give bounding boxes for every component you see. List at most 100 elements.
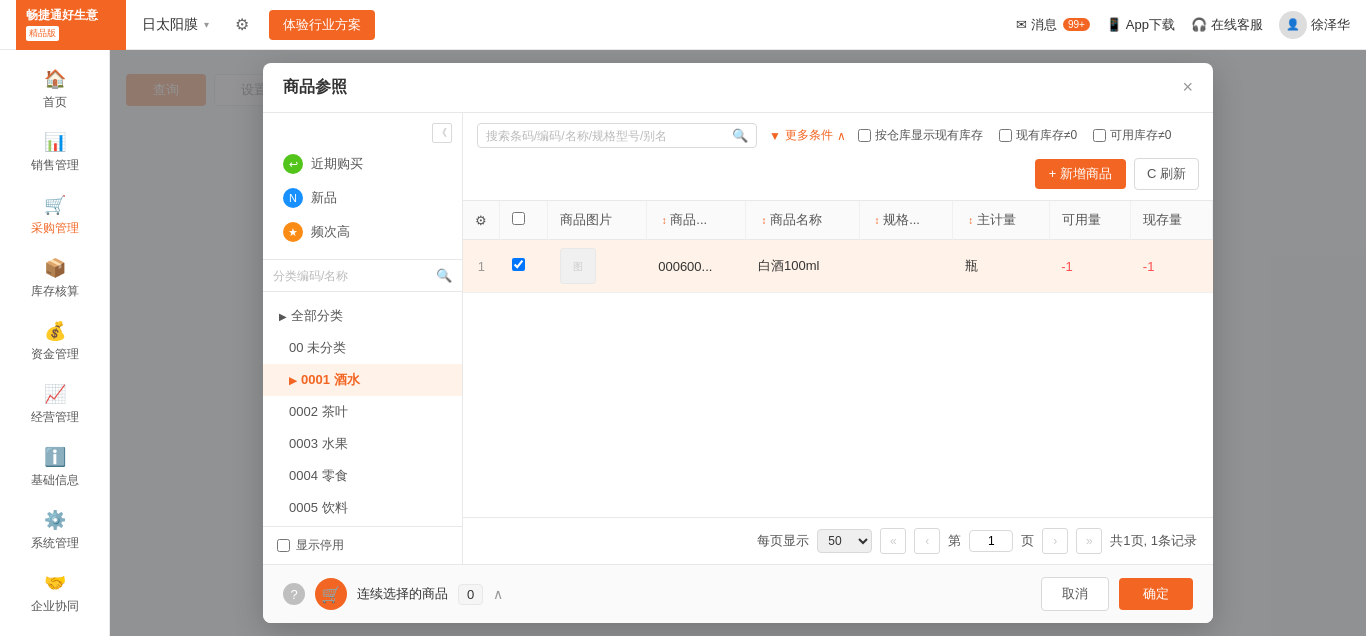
table-header-code[interactable]: ↕ 商品...: [646, 201, 746, 240]
sidebar-item-6[interactable]: ℹ️基础信息: [0, 436, 109, 499]
modal-footer: ? 🛒 连续选择的商品 0 ∧ 取消 确定: [263, 564, 1213, 623]
logo-text: 畅捷通好生意: [26, 8, 98, 24]
product-reference-modal: 商品参照 × 《 ↩ 近期购买: [263, 63, 1213, 623]
table-header-unit[interactable]: ↕ 主计量: [953, 201, 1049, 240]
nav-right-area: ✉ 消息 99+ 📱 App下载 🎧 在线客服 👤 徐泽华: [1016, 11, 1350, 39]
per-page-select[interactable]: 50 20 100: [817, 529, 872, 553]
next-page-btn[interactable]: ›: [1042, 528, 1068, 554]
sidebar-item-5[interactable]: 📈经营管理: [0, 373, 109, 436]
footer-left: ? 🛒 连续选择的商品 0 ∧: [283, 578, 503, 610]
table-row[interactable]: 1 图 000600... 白酒100ml 瓶 -1 -1: [463, 240, 1213, 293]
cat-item-6[interactable]: 0005 饮料: [263, 492, 462, 524]
avatar: 👤: [1279, 11, 1307, 39]
chevron-up-icon[interactable]: ∧: [493, 586, 503, 602]
category-search-icon[interactable]: 🔍: [436, 268, 452, 283]
pagination: 每页显示 50 20 100 « ‹ 第 页 ›: [463, 517, 1213, 564]
select-all-checkbox[interactable]: [512, 212, 525, 225]
quick-filters: 《 ↩ 近期购买 N 新品 ★: [263, 113, 462, 260]
online-service-btn[interactable]: 🎧 在线客服: [1191, 16, 1263, 34]
table-header-spec[interactable]: ↕ 规格...: [859, 201, 953, 240]
store-dropdown[interactable]: 日太阳膜 ▾: [126, 0, 225, 50]
cancel-btn[interactable]: 取消: [1041, 577, 1109, 611]
page-word: 第: [948, 532, 961, 550]
usable-checkbox[interactable]: 可用库存≠0: [1093, 127, 1171, 144]
experience-btn[interactable]: 体验行业方案: [269, 10, 375, 40]
sidebar-item-1[interactable]: 📊销售管理: [0, 121, 109, 184]
sidebar-item-7[interactable]: ⚙️系统管理: [0, 499, 109, 562]
sidebar-item-0[interactable]: 🏠首页: [0, 58, 109, 121]
help-icon[interactable]: ?: [283, 583, 305, 605]
filter-more-btn[interactable]: ▼ 更多条件 ∧: [767, 123, 848, 148]
filter-up-icon: ∧: [837, 129, 846, 143]
user-profile[interactable]: 👤 徐泽华: [1279, 11, 1350, 39]
modal-close-btn[interactable]: ×: [1182, 77, 1193, 98]
row-num: 1: [463, 240, 500, 293]
settings-icon[interactable]: ⚙: [225, 15, 259, 34]
first-page-btn[interactable]: «: [880, 528, 906, 554]
headset-icon: 🎧: [1191, 17, 1207, 32]
left-panel: 《 ↩ 近期购买 N 新品 ★: [263, 113, 463, 564]
quick-new[interactable]: N 新品: [273, 181, 452, 215]
toolbar: 🔍 ▼ 更多条件 ∧ 按仓库显示现有库存: [463, 113, 1213, 201]
sort-icon: ↕: [662, 215, 667, 226]
category-search: 🔍: [263, 260, 462, 292]
warehouse-checkbox[interactable]: 按仓库显示现有库存: [858, 127, 983, 144]
sidebar-item-3[interactable]: 📦库存核算: [0, 247, 109, 310]
sort-spec-icon: ↕: [875, 215, 880, 226]
app-download-btn[interactable]: 📱 App下载: [1106, 16, 1175, 34]
confirm-btn[interactable]: 确定: [1119, 578, 1193, 610]
sidebar-item-9[interactable]: 🎓新手引导: [0, 625, 109, 636]
sidebar-item-4[interactable]: 💰资金管理: [0, 310, 109, 373]
available-checkbox-input[interactable]: [999, 129, 1012, 142]
messages-btn[interactable]: ✉ 消息 99+: [1016, 16, 1090, 34]
table-header-image: 商品图片: [548, 201, 646, 240]
cat-item-2[interactable]: ▶0001 酒水: [263, 364, 462, 396]
product-search-icon[interactable]: 🔍: [732, 128, 748, 143]
prev-page-btn[interactable]: ‹: [914, 528, 940, 554]
sidebar-item-8[interactable]: 🤝企业协同: [0, 562, 109, 625]
sort-name-icon: ↕: [761, 215, 766, 226]
last-page-btn[interactable]: »: [1076, 528, 1102, 554]
cat-item-0[interactable]: ▶全部分类: [263, 300, 462, 332]
sidebar-item-2[interactable]: 🛒采购管理: [0, 184, 109, 247]
message-icon: ✉: [1016, 17, 1027, 32]
cat-item-5[interactable]: 0004 零食: [263, 460, 462, 492]
modal-header: 商品参照 ×: [263, 63, 1213, 113]
show-disabled-area: 显示停用: [263, 526, 462, 564]
product-thumbnail: 图: [560, 248, 596, 284]
cart-btn[interactable]: 🛒: [315, 578, 347, 610]
page-word2: 页: [1021, 532, 1034, 550]
category-search-input[interactable]: [273, 269, 430, 283]
warehouse-checkbox-input[interactable]: [858, 129, 871, 142]
product-search-box: 🔍: [477, 123, 757, 148]
logo: 畅捷通好生意 精品版: [16, 0, 126, 50]
sidebar: 🏠首页📊销售管理🛒采购管理📦库存核算💰资金管理📈经营管理ℹ️基础信息⚙️系统管理…: [0, 50, 110, 636]
product-table: ⚙ 商品图片: [463, 201, 1213, 293]
collapse-panel-btn[interactable]: 《: [432, 123, 452, 143]
logo-badge: 精品版: [26, 26, 59, 41]
recent-icon: ↩: [283, 154, 303, 174]
available-checkbox[interactable]: 现有库存≠0: [999, 127, 1077, 144]
row-checkbox[interactable]: [512, 258, 525, 271]
cat-item-1[interactable]: 00 未分类: [263, 332, 462, 364]
page-number-input[interactable]: [969, 530, 1013, 552]
row-checkbox-cell: [500, 240, 548, 293]
quick-recent[interactable]: ↩ 近期购买: [273, 147, 452, 181]
sort-unit-icon: ↕: [968, 215, 973, 226]
table-settings-icon[interactable]: ⚙: [475, 213, 487, 228]
cat-item-4[interactable]: 0003 水果: [263, 428, 462, 460]
table-header-name[interactable]: ↕ 商品名称: [746, 201, 859, 240]
modal-body: 《 ↩ 近期购买 N 新品 ★: [263, 113, 1213, 564]
row-unit: 瓶: [953, 240, 1049, 293]
quick-frequent[interactable]: ★ 频次高: [273, 215, 452, 249]
filter-checkboxes: 按仓库显示现有库存 现有库存≠0 可用库存≠0: [858, 127, 1172, 144]
refresh-btn[interactable]: C 刷新: [1134, 158, 1199, 190]
show-disabled-checkbox[interactable]: [277, 539, 290, 552]
product-search-input[interactable]: [486, 129, 726, 143]
dropdown-arrow-icon: ▾: [204, 19, 209, 30]
cat-item-3[interactable]: 0002 茶叶: [263, 396, 462, 428]
usable-checkbox-input[interactable]: [1093, 129, 1106, 142]
add-product-btn[interactable]: + 新增商品: [1035, 159, 1126, 189]
row-spec: [859, 240, 953, 293]
top-navbar: 畅捷通好生意 精品版 日太阳膜 ▾ ⚙ 体验行业方案 ✉ 消息 99+ 📱 Ap…: [0, 0, 1366, 50]
